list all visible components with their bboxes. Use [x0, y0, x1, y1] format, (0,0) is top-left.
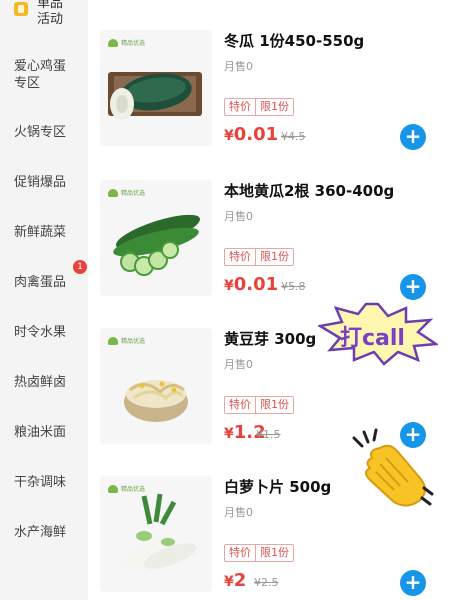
sidebar-item-label: 新鲜蔬菜 — [14, 225, 67, 240]
activity-icon — [14, 2, 28, 16]
product-title: 本地黄瓜2根 360-400g — [224, 182, 395, 200]
leaf-icon — [108, 188, 118, 197]
add-to-cart-button[interactable]: + — [400, 274, 426, 300]
sidebar-item-braised[interactable]: 热卤鲜卤 — [0, 374, 88, 391]
tag-limit: 限1份 — [255, 545, 293, 561]
promo-tags: 特价 限1份 — [224, 248, 294, 266]
price-value: 2 — [233, 570, 247, 591]
price-value: 0.01 — [233, 274, 279, 295]
leaf-icon — [108, 484, 118, 493]
unread-badge: 1 — [73, 260, 87, 274]
winter-melon-image: 精品优选 — [100, 30, 212, 146]
sidebar-item-promo[interactable]: 促销爆品 — [0, 174, 88, 191]
brand-logo: 精品优选 — [108, 336, 145, 345]
currency-symbol: ¥ — [224, 426, 234, 442]
monthly-sales: 月售0 — [224, 358, 253, 371]
monthly-sales: 月售0 — [224, 506, 253, 519]
tag-limit: 限1份 — [255, 249, 293, 265]
call-sticker: 打call — [316, 302, 440, 370]
brand-text: 精品优选 — [121, 486, 146, 493]
currency-symbol: ¥ — [224, 574, 234, 590]
sidebar-item-dry-goods[interactable]: 干杂调味 — [0, 474, 88, 491]
promo-tags: 特价 限1份 — [224, 396, 294, 414]
monthly-sales: 月售0 — [224, 210, 253, 223]
original-price: ¥2.5 — [254, 576, 279, 589]
tag-special: 特价 — [229, 100, 251, 113]
currency-symbol: ¥ — [224, 278, 234, 294]
brand-text: 精品优选 — [121, 338, 146, 345]
cucumber-image: 精品优选 — [100, 180, 212, 296]
tag-limit: 限1份 — [255, 99, 293, 115]
category-sidebar: 单品 活动 爱心鸡蛋 专区 火锅专区 促销爆品 新鲜蔬菜 肉禽蛋品 1 时令水果… — [0, 0, 88, 600]
sidebar-item-hotpot[interactable]: 火锅专区 — [0, 124, 88, 141]
brand-text: 精品优选 — [121, 40, 146, 47]
sidebar-item-label: 肉禽蛋品 — [14, 275, 67, 290]
brand-logo: 精品优选 — [108, 188, 145, 197]
product-title: 冬瓜 1份450-550g — [224, 32, 365, 50]
sidebar-item-single-activity[interactable]: 单品 活动 — [0, 0, 88, 36]
sidebar-item-meat-eggs[interactable]: 肉禽蛋品 — [0, 274, 88, 291]
sidebar-item-label: 爱心鸡蛋 — [14, 59, 67, 74]
sidebar-item-label: 专区 — [14, 76, 41, 91]
call-sticker-text: 打call — [340, 326, 405, 351]
sidebar-item-label: 干杂调味 — [14, 475, 67, 490]
brand-logo: 精品优选 — [108, 38, 145, 47]
sidebar-item-label: 热卤鲜卤 — [14, 375, 67, 390]
bean-sprouts-image: 精品优选 — [100, 328, 212, 444]
price: ¥0.01 — [224, 274, 278, 295]
sidebar-item-label: 水产海鲜 — [14, 525, 67, 540]
sidebar-item-egg-zone[interactable]: 爱心鸡蛋 专区 — [0, 58, 88, 92]
sidebar-item-label: 时令水果 — [14, 325, 67, 340]
white-radish-image: 精品优选 — [100, 476, 212, 592]
price-value: 0.01 — [233, 124, 279, 145]
currency-symbol: ¥ — [224, 128, 234, 144]
promo-tags: 特价 限1份 — [224, 98, 294, 116]
sidebar-item-label: 促销爆品 — [14, 175, 67, 190]
promo-tags: 特价 限1份 — [224, 544, 294, 562]
sidebar-item-label: 粮油米面 — [14, 425, 67, 440]
price: ¥0.01 — [224, 124, 278, 145]
tag-special: 特价 — [229, 398, 251, 411]
clapping-hands-icon — [350, 428, 436, 514]
tag-special: 特价 — [229, 546, 251, 559]
monthly-sales: 月售0 — [224, 60, 253, 73]
add-to-cart-button[interactable]: + — [400, 124, 426, 150]
sidebar-item-label: 活动 — [37, 12, 64, 27]
product-card[interactable]: 精品优选 冬瓜 1份450-550g 月售0 特价 限1份 ¥0.01 ¥4.5… — [88, 30, 449, 180]
price: ¥2 — [224, 570, 246, 591]
tag-limit: 限1份 — [255, 397, 293, 413]
product-title: 白萝卜片 500g — [224, 478, 332, 496]
sidebar-item-vegetables[interactable]: 新鲜蔬菜 — [0, 224, 88, 241]
brand-text: 精品优选 — [121, 190, 146, 197]
product-title: 黄豆芽 300g — [224, 330, 317, 348]
original-price: ¥4.5 — [281, 130, 306, 143]
leaf-icon — [108, 38, 118, 47]
original-price: ¥1.5 — [256, 428, 281, 441]
sidebar-item-grain-oil[interactable]: 粮油米面 — [0, 424, 88, 441]
sidebar-item-seafood[interactable]: 水产海鲜 — [0, 524, 88, 541]
tag-special: 特价 — [229, 250, 251, 263]
sidebar-item-label: 火锅专区 — [14, 125, 67, 140]
sidebar-item-fruit[interactable]: 时令水果 — [0, 324, 88, 341]
leaf-icon — [108, 336, 118, 345]
original-price: ¥5.8 — [281, 280, 306, 293]
add-to-cart-button[interactable]: + — [400, 570, 426, 596]
brand-logo: 精品优选 — [108, 484, 145, 493]
